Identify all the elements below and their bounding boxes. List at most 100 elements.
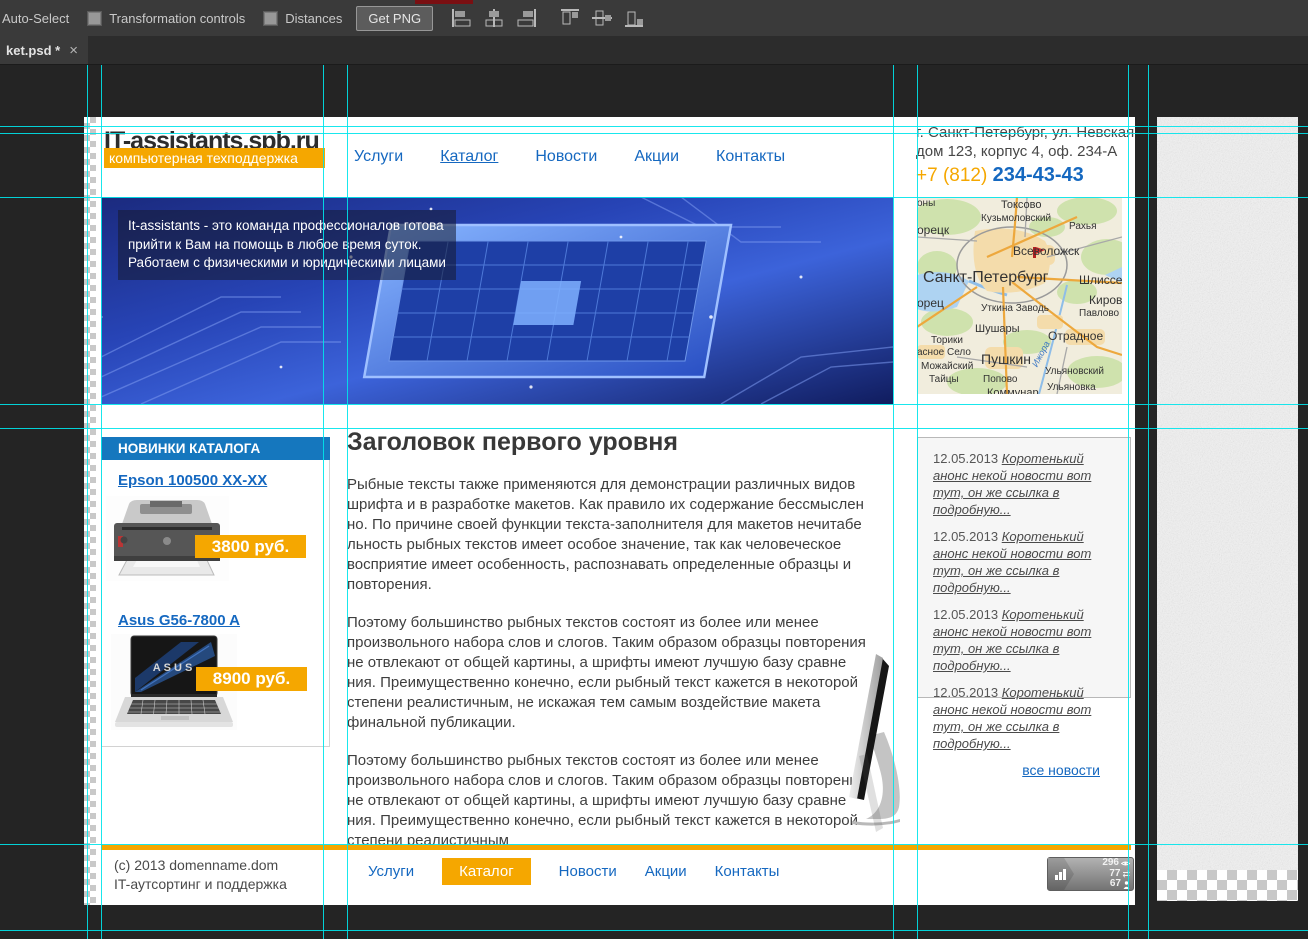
- news-item: 12.05.2013 Коротенький анонс некой новос…: [933, 528, 1122, 596]
- product-link-epson[interactable]: Epson 100500 XX-XX: [118, 472, 267, 489]
- align-top-icon[interactable]: [559, 8, 581, 28]
- document-tabbar: ket.psd * ×: [0, 36, 1308, 65]
- footer-nav-kontakty[interactable]: Контакты: [715, 863, 780, 880]
- map-label: Тайцы: [929, 374, 959, 385]
- news-box: 12.05.2013 Коротенький анонс некой новос…: [917, 437, 1131, 778]
- get-png-button[interactable]: Get PNG: [356, 5, 434, 31]
- map-label: орецк: [917, 223, 950, 237]
- map-label: Ульяновка: [1047, 382, 1096, 393]
- map-label: Попово: [983, 374, 1018, 385]
- distances-checkbox[interactable]: Distances: [263, 10, 342, 26]
- noise-texture-strip: [1157, 117, 1298, 870]
- guide[interactable]: [0, 126, 1308, 127]
- auto-select-label[interactable]: Auto-Select: [2, 11, 69, 26]
- guide[interactable]: [323, 64, 324, 939]
- map-label: Шлиссе: [1079, 273, 1122, 287]
- news-item: 12.05.2013 Коротенький анонс некой новос…: [933, 450, 1122, 518]
- map-label: Коммунар: [987, 387, 1039, 394]
- news-item: 12.05.2013 Коротенький анонс некой новос…: [933, 606, 1122, 674]
- guide[interactable]: [87, 64, 88, 939]
- align-bottom-icon[interactable]: [623, 8, 645, 28]
- footer-nav-novosti[interactable]: Новости: [559, 863, 617, 880]
- options-toolbar: Auto-Select Transformation controls Dist…: [0, 0, 1308, 36]
- news-date: 12.05.2013: [933, 607, 999, 622]
- nav-kontakty[interactable]: Контакты: [716, 148, 785, 166]
- price-badge: 8900 руб.: [196, 667, 307, 691]
- guide[interactable]: [917, 64, 918, 939]
- display-side-view: [849, 654, 900, 832]
- phone-number: 234-43-43: [992, 164, 1084, 186]
- footer-nav-uslugi[interactable]: Услуги: [368, 863, 414, 880]
- map-label: Можайский: [921, 361, 974, 372]
- catalog-header: НОВИНКИ КАТАЛОГА: [101, 437, 330, 460]
- map-label-city: Санкт-Петербург: [923, 269, 1049, 286]
- phone: +7 (812) 234-43-43: [916, 164, 1134, 187]
- transformation-controls-checkbox[interactable]: Transformation controls: [87, 10, 246, 26]
- checkbox-icon[interactable]: [87, 10, 103, 26]
- footer-nav-katalog[interactable]: Каталог: [442, 858, 531, 885]
- news-date: 12.05.2013: [933, 451, 999, 466]
- transparency-checker-left: [84, 117, 96, 905]
- guide[interactable]: [893, 64, 894, 939]
- article-title: Заголовок первого уровня: [347, 428, 678, 456]
- nav-novosti[interactable]: Новости: [535, 148, 597, 166]
- footer-divider: [101, 845, 1131, 850]
- guide[interactable]: [0, 404, 1308, 405]
- titlebar-red-strip: [415, 0, 473, 4]
- guide[interactable]: [0, 428, 1308, 429]
- news-date: 12.05.2013: [933, 685, 999, 700]
- phone-code: +7 (812): [916, 165, 988, 186]
- nav-katalog[interactable]: Каталог: [440, 148, 498, 166]
- transformation-controls-label: Transformation controls: [109, 10, 246, 26]
- map-label: Кузьмоловский: [981, 213, 1052, 224]
- nav-uslugi[interactable]: Услуги: [354, 148, 403, 166]
- hero-banner: It-assistants - это команда профессионал…: [101, 197, 893, 404]
- map-label: Шушары: [975, 323, 1020, 335]
- guide[interactable]: [101, 64, 102, 939]
- align-middle-vertical-icon[interactable]: [591, 8, 613, 28]
- map-label: Пушкин: [981, 351, 1031, 367]
- map-label: оны: [917, 198, 936, 209]
- news-item: 12.05.2013 Коротенький анонс некой новос…: [933, 684, 1122, 752]
- product-link-asus[interactable]: Asus G56-7800 A: [118, 612, 240, 629]
- counter-chart-icon: [1048, 858, 1074, 890]
- hero-text: It-assistants - это команда профессионал…: [118, 210, 456, 280]
- align-left-icon[interactable]: [451, 8, 473, 28]
- align-center-horizontal-icon[interactable]: [483, 8, 505, 28]
- article-paragraph: Поэтому большинство рыбных текстов состо…: [347, 752, 866, 849]
- visit-counter[interactable]: 296 77 ⇄ 67: [1047, 857, 1134, 891]
- noise-texture: [1157, 117, 1298, 870]
- guide[interactable]: [347, 64, 348, 939]
- tab-close-icon[interactable]: ×: [69, 43, 78, 58]
- counter-hosts: 67: [1109, 878, 1121, 890]
- map-label: Рахья: [1069, 221, 1097, 232]
- transparency-checker-bottom: [1157, 870, 1298, 901]
- map-label: асное Село: [917, 347, 971, 358]
- price-badge: 3800 руб.: [195, 535, 306, 558]
- svg-text:ASUS: ASUS: [153, 662, 196, 674]
- map-label: орец: [917, 296, 944, 310]
- monitor-image: [842, 652, 908, 837]
- article-paragraph: Рыбные тексты также применяются для демо…: [347, 476, 864, 593]
- map-label: Всеволожск: [1013, 244, 1080, 258]
- guide[interactable]: [0, 197, 1308, 198]
- catalog-box: Epson 100500 XX-XX 3800 руб. Asus G56-78…: [101, 460, 330, 747]
- map-label: Торики: [931, 335, 963, 346]
- guide[interactable]: [0, 133, 1308, 134]
- document-tab[interactable]: ket.psd * ×: [0, 36, 88, 64]
- canvas[interactable]: IT-assistants.spb.ru компьютерная техпод…: [0, 64, 1308, 939]
- footer-copyright: (c) 2013 domenname.dom IT-аутсортинг и п…: [114, 857, 287, 892]
- all-news-link[interactable]: все новости: [1022, 762, 1100, 778]
- guide[interactable]: [1128, 64, 1129, 939]
- article-paragraph: Поэтому большинство рыбных текстов состо…: [347, 614, 866, 731]
- nav-akcii[interactable]: Акции: [634, 148, 679, 166]
- guide[interactable]: [0, 930, 1308, 931]
- guide[interactable]: [1148, 64, 1149, 939]
- guide[interactable]: [0, 844, 1308, 845]
- website-mockup: IT-assistants.spb.ru компьютерная техпод…: [96, 117, 1135, 905]
- map-label: Уткина Заводь: [981, 303, 1049, 314]
- city-map[interactable]: Токсово Кузьмоловский Рахья орецк Всевол…: [917, 197, 1122, 394]
- align-right-icon[interactable]: [515, 8, 537, 28]
- checkbox-icon[interactable]: [263, 10, 279, 26]
- footer-nav-akcii[interactable]: Акции: [645, 863, 687, 880]
